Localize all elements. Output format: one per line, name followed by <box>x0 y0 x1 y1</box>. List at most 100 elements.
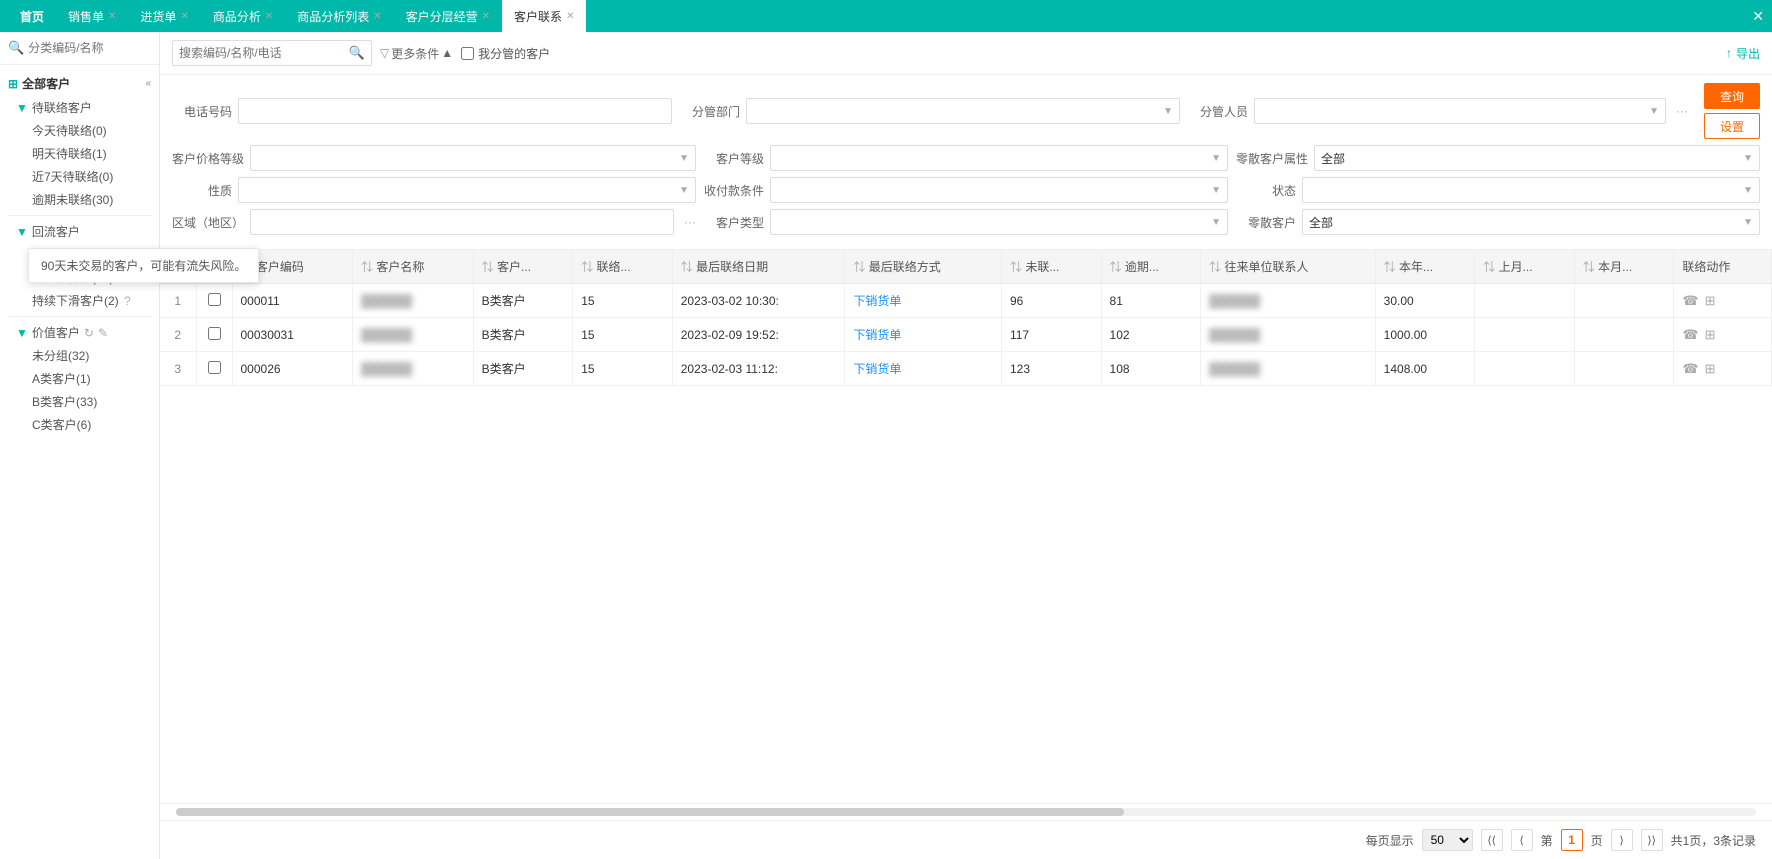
prev-page-btn[interactable]: ⟨ <box>1511 829 1533 851</box>
tab-purchase[interactable]: 进货单 ✕ <box>128 0 200 32</box>
retail-customer-select[interactable]: 全部 ▼ <box>1302 209 1760 235</box>
region-select[interactable] <box>250 209 674 235</box>
row-phone-icon[interactable]: ☎ <box>1682 293 1698 309</box>
sidebar-item-tomorrow[interactable]: 明天待联络(1) <box>16 142 151 165</box>
retail-customer-chevron: ▼ <box>1743 217 1753 228</box>
tab-sales[interactable]: 销售单 ✕ <box>56 0 128 32</box>
row-checkbox[interactable] <box>208 327 221 340</box>
dept-select[interactable]: ▼ <box>746 98 1180 124</box>
export-button[interactable]: ↑ 导出 <box>1726 45 1760 62</box>
row-last-method-link[interactable]: 下销货单 <box>853 328 901 342</box>
sidebar-item-overdue[interactable]: 逾期未联络(30) <box>16 188 151 211</box>
sidebar-group-pending-label: 待联络客户 <box>32 99 92 116</box>
sidebar-item-ungrouped[interactable]: 未分组(32) <box>16 344 151 367</box>
row-phone-icon[interactable]: ☎ <box>1682 361 1698 377</box>
row-actions: ☎ ⊞ <box>1674 352 1772 386</box>
my-customers-checkbox[interactable]: 我分管的客户 <box>461 45 550 62</box>
row-contact2: ██████ <box>1201 284 1376 318</box>
row-checkbox[interactable] <box>208 293 221 306</box>
tab-customer-segment[interactable]: 客户分层经营 ✕ <box>394 0 502 32</box>
sidebar-item-class-c[interactable]: C类客户(6) <box>16 413 151 436</box>
grade-select[interactable]: ▼ <box>770 145 1228 171</box>
tab-customer-segment-close[interactable]: ✕ <box>482 11 490 22</box>
th-overdue-label: 逾期... <box>1125 260 1159 274</box>
status-select[interactable]: ▼ <box>1302 177 1760 203</box>
retail-customer-value: 全部 <box>1309 214 1333 231</box>
row-last-method-link[interactable]: 下销货单 <box>853 294 901 308</box>
customer-type-select[interactable]: ▼ <box>770 209 1228 235</box>
sidebar: 🔍 ⊞ 全部客户 « ▼ 待联络客户 今天待联络(0) 明天待联络(1) 近7天… <box>0 32 160 859</box>
query-button[interactable]: 查询 <box>1704 83 1760 109</box>
sidebar-search-input[interactable] <box>28 41 160 55</box>
sidebar-item-7days[interactable]: 近7天待联络(0) <box>16 165 151 188</box>
sidebar-item-class-b[interactable]: B类客户(33) <box>16 390 151 413</box>
window-close-button[interactable]: ✕ <box>1752 8 1764 25</box>
th-overdue-sort-icon: ⇅ <box>1110 260 1122 274</box>
more-conditions-btn[interactable]: ▽ 更多条件 ▲ <box>380 45 453 62</box>
th-this-month-label: 本月... <box>1598 260 1632 274</box>
filter-search-input[interactable] <box>179 46 349 60</box>
sidebar-collapse-btn[interactable]: « <box>145 78 151 89</box>
tab-analysis-list-close[interactable]: ✕ <box>373 11 381 22</box>
price-grade-select[interactable]: ▼ <box>250 145 696 171</box>
tab-customer-contact-label: 客户联系 <box>514 8 562 25</box>
th-last-method: ⇅ 最后联络方式 <box>845 250 1002 284</box>
th-this-month: ⇅ 本月... <box>1574 250 1674 284</box>
customer-type-label: 客户类型 <box>704 214 764 231</box>
phone-label: 电话号码 <box>172 103 232 120</box>
th-action-label: 联络动作 <box>1682 260 1730 274</box>
row-grid-icon[interactable]: ⊞ <box>1705 293 1716 309</box>
sidebar-item-class-a[interactable]: A类客户(1) <box>16 367 151 390</box>
horizontal-scrollbar[interactable] <box>160 803 1772 820</box>
customer-table: ⚙ ⇅ 客户编码 ⇅ 客户名称 <box>160 250 1772 386</box>
row-actions: ☎ ⊞ <box>1674 318 1772 352</box>
sidebar-group-value-title[interactable]: ▼ 价值客户 ↻ ✎ <box>16 321 151 344</box>
tab-analysis[interactable]: 商品分析 ✕ <box>201 0 285 32</box>
sidebar-item-declining[interactable]: 持续下滑客户(2) ? <box>16 289 151 312</box>
tab-sales-close[interactable]: ✕ <box>108 11 116 22</box>
th-type-sort-icon: ⇅ <box>482 260 494 274</box>
tab-customer-contact-close[interactable]: ✕ <box>566 11 574 22</box>
row-grid-icon[interactable]: ⊞ <box>1705 361 1716 377</box>
row-checkbox[interactable] <box>208 361 221 374</box>
phone-input[interactable] <box>238 98 672 124</box>
nature-select[interactable]: ▼ <box>238 177 696 203</box>
sidebar-item-today[interactable]: 今天待联络(0) <box>16 119 151 142</box>
retail-attr-chevron: ▼ <box>1743 153 1753 164</box>
page-end-label: 页 <box>1591 832 1603 849</box>
next-page-btn[interactable]: ⟩ <box>1611 829 1633 851</box>
first-page-btn[interactable]: ⟨⟨ <box>1481 829 1503 851</box>
edit-icon-value[interactable]: ✎ <box>98 326 108 340</box>
row-phone-icon[interactable]: ☎ <box>1682 327 1698 343</box>
scrollbar-thumb[interactable] <box>176 808 1124 816</box>
tab-customer-contact[interactable]: 客户联系 ✕ <box>502 0 586 32</box>
declining-help-icon: ? <box>124 294 131 308</box>
refresh-icon-value[interactable]: ↻ <box>84 326 94 340</box>
tab-analysis-list[interactable]: 商品分析列表 ✕ <box>285 0 393 32</box>
tab-analysis-close[interactable]: ✕ <box>265 11 273 22</box>
status-chevron: ▼ <box>1743 185 1753 196</box>
row-grid-icon[interactable]: ⊞ <box>1705 327 1716 343</box>
row-last-method-link[interactable]: 下销货单 <box>853 362 901 376</box>
last-page-btn[interactable]: ⟩⟩ <box>1641 829 1663 851</box>
person-dots-icon[interactable]: ··· <box>1676 104 1688 118</box>
retail-attr-select[interactable]: 全部 ▼ <box>1314 145 1760 171</box>
filter-bar: 🔍 ▽ 更多条件 ▲ 我分管的客户 ↑ 导出 <box>160 32 1772 75</box>
filter-search-icon[interactable]: 🔍 <box>349 45 365 61</box>
settings-button[interactable]: 设置 <box>1704 113 1760 139</box>
retail-customer-label: 零散客户 <box>1236 214 1296 231</box>
payment-select[interactable]: ▼ <box>770 177 1228 203</box>
sidebar-all-customers[interactable]: ⊞ 全部客户 « <box>8 71 151 96</box>
churn-tooltip: 90天未交易的客户，可能有流失风险。 <box>28 248 160 283</box>
tab-purchase-close[interactable]: ✕ <box>180 11 188 22</box>
sidebar-group-churn-title[interactable]: ▼ 回流客户 <box>16 220 151 243</box>
row-num: 1 <box>160 284 196 318</box>
tab-home[interactable]: 首页 <box>8 0 56 32</box>
person-select[interactable]: ▼ <box>1254 98 1666 124</box>
price-grade-chevron: ▼ <box>679 153 689 164</box>
region-dots-icon[interactable]: ··· <box>684 215 696 229</box>
sidebar-group-pending-title[interactable]: ▼ 待联络客户 <box>16 96 151 119</box>
my-customers-check[interactable] <box>461 47 474 60</box>
tab-purchase-label: 进货单 <box>140 8 176 25</box>
per-page-select[interactable]: 50 100 <box>1422 829 1473 851</box>
